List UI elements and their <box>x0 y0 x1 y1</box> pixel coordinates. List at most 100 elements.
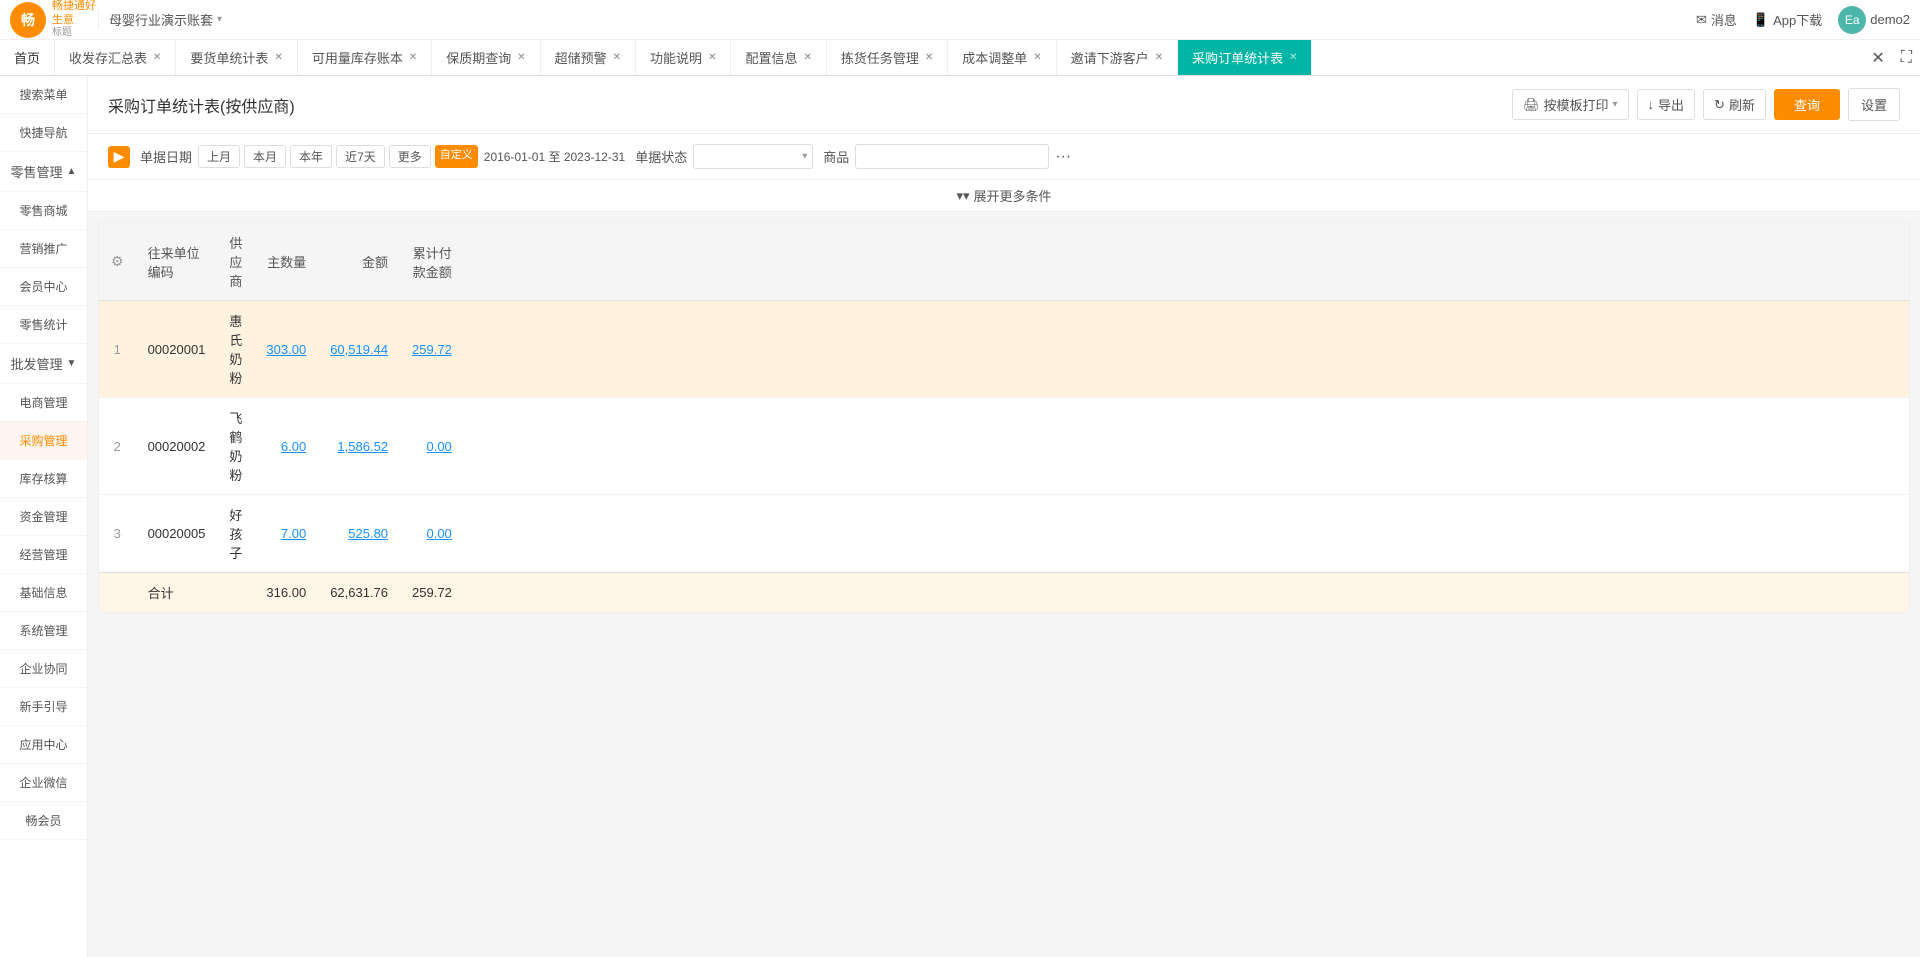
row-code: 00020002 <box>136 398 218 495</box>
row-extra <box>464 301 1909 398</box>
sidebar-item-purchase[interactable]: 采购管理 <box>0 422 87 460</box>
sidebar-item-quicknav[interactable]: 快捷导航 <box>0 114 87 152</box>
close-icon[interactable]: ✕ <box>708 52 716 63</box>
col-paid: 累计付款金额 <box>400 223 464 301</box>
tab-yaoqing[interactable]: 邀请下游客户 ✕ <box>1057 40 1178 76</box>
col-extra <box>464 223 1909 301</box>
filter-status-group: 单据状态 <box>635 144 813 169</box>
filter-status-select[interactable] <box>693 144 813 169</box>
tab-jianhuo[interactable]: 拣货任务管理 ✕ <box>827 40 948 76</box>
row-amount[interactable]: 60,519.44 <box>318 301 400 398</box>
refresh-icon: ↻ <box>1714 97 1725 113</box>
logo: 畅 畅捷通好生意 标题 <box>10 0 98 38</box>
avatar: Ea <box>1838 6 1866 34</box>
tab-chengben[interactable]: 成本调整单 ✕ <box>948 40 1056 76</box>
sidebar-item-system[interactable]: 系统管理 <box>0 612 87 650</box>
row-qty[interactable]: 6.00 <box>254 398 318 495</box>
filter-more-icon[interactable]: ··· <box>1055 148 1071 166</box>
content-area: 采购订单统计表(按供应商) 🖨 按模板打印 ▾ ↓ 导出 ↻ 刷新 查询 <box>88 76 1920 957</box>
row-extra <box>464 398 1909 495</box>
close-icon[interactable]: ✕ <box>517 52 525 63</box>
app-download-button[interactable]: 📱 App下载 <box>1753 10 1822 29</box>
sidebar-item-marketing[interactable]: 营销推广 <box>0 230 87 268</box>
sidebar-item-weixin[interactable]: 企业微信 <box>0 764 87 802</box>
store-selector[interactable]: 母婴行业演示账套 ▾ <box>98 10 232 29</box>
close-icon[interactable]: ✕ <box>1289 52 1297 63</box>
sidebar-item-inventory[interactable]: 库存核算 <box>0 460 87 498</box>
filter-date-this-year[interactable]: 本年 <box>290 145 332 168</box>
filter-date-last-month[interactable]: 上月 <box>198 145 240 168</box>
sidebar-item-finance[interactable]: 资金管理 <box>0 498 87 536</box>
sidebar-item-operations[interactable]: 经营管理 <box>0 536 87 574</box>
sidebar-item-retail-mgmt[interactable]: 零售管理 ▲ <box>0 152 87 192</box>
row-paid[interactable]: 259.72 <box>400 301 464 398</box>
tab-gongneng[interactable]: 功能说明 ✕ <box>636 40 731 76</box>
col-settings: ⚙ <box>99 223 136 301</box>
expand-more-button[interactable]: ▾▾ 展开更多条件 <box>956 186 1051 205</box>
refresh-button[interactable]: ↻ 刷新 <box>1703 89 1766 120</box>
sidebar-item-basic-info[interactable]: 基础信息 <box>0 574 87 612</box>
tab-baozhi[interactable]: 保质期查询 ✕ <box>432 40 540 76</box>
filter-toggle-button[interactable]: ▶ <box>108 146 130 168</box>
query-button[interactable]: 查询 <box>1774 89 1840 120</box>
message-button[interactable]: ✉ 消息 <box>1696 10 1737 29</box>
page-header: 采购订单统计表(按供应商) 🖨 按模板打印 ▾ ↓ 导出 ↻ 刷新 查询 <box>88 76 1920 134</box>
filter-date-7days[interactable]: 近7天 <box>336 145 385 168</box>
sidebar-item-member[interactable]: 会员中心 <box>0 268 87 306</box>
sidebar-item-retail-stats[interactable]: 零售统计 <box>0 306 87 344</box>
close-icon[interactable]: ✕ <box>803 52 811 63</box>
sidebar-item-search[interactable]: 搜索菜单 <box>0 76 87 114</box>
close-icon[interactable]: ✕ <box>925 52 933 63</box>
logo-icon: 畅 <box>10 2 46 38</box>
table-row: 3 00020005 好孩子 7.00 525.80 0.00 <box>99 495 1909 573</box>
sidebar-item-ecommerce[interactable]: 电商管理 <box>0 384 87 422</box>
filter-goods-input[interactable] <box>855 144 1049 169</box>
chevron-down-icon: ▼ <box>67 358 77 369</box>
sidebar-item-appcenter[interactable]: 应用中心 <box>0 726 87 764</box>
table-row: 2 00020002 飞鹤奶粉 6.00 1,586.52 0.00 <box>99 398 1909 495</box>
tab-caigou-active[interactable]: 采购订单统计表 ✕ <box>1178 40 1312 76</box>
close-icon[interactable]: ✕ <box>153 52 161 63</box>
export-button[interactable]: ↓ 导出 <box>1637 89 1696 120</box>
filter-date-this-month[interactable]: 本月 <box>244 145 286 168</box>
sidebar-item-member2[interactable]: 畅会员 <box>0 802 87 840</box>
tab-maximize-button[interactable]: ⛶ <box>1893 40 1920 76</box>
tab-yaohuo[interactable]: 要货单统计表 ✕ <box>176 40 297 76</box>
print-button[interactable]: 🖨 按模板打印 ▾ <box>1512 89 1629 120</box>
footer-settings-cell <box>99 573 136 613</box>
tab-chaochu[interactable]: 超储预警 ✕ <box>541 40 636 76</box>
tab-shoufacun[interactable]: 收发存汇总表 ✕ <box>55 40 176 76</box>
settings-icon[interactable]: ⚙ <box>111 253 124 269</box>
chevron-down-icon: ▾ <box>1613 99 1618 110</box>
filter-date-more[interactable]: 更多 <box>389 145 431 168</box>
table-body: 1 00020001 惠氏奶粉 303.00 60,519.44 259.72 … <box>99 301 1909 573</box>
row-paid[interactable]: 0.00 <box>400 495 464 573</box>
row-amount[interactable]: 525.80 <box>318 495 400 573</box>
user-menu[interactable]: Ea demo2 <box>1838 6 1910 34</box>
sidebar-item-retail-mall[interactable]: 零售商城 <box>0 192 87 230</box>
filter-expand-row: ▾▾ 展开更多条件 <box>88 180 1920 212</box>
row-qty[interactable]: 303.00 <box>254 301 318 398</box>
row-amount[interactable]: 1,586.52 <box>318 398 400 495</box>
sidebar-item-collab[interactable]: 企业协同 <box>0 650 87 688</box>
close-icon[interactable]: ✕ <box>409 52 417 63</box>
tab-close-all-button[interactable]: ✕ <box>1863 40 1892 76</box>
sidebar-item-newuser[interactable]: 新手引导 <box>0 688 87 726</box>
settings-button[interactable]: 设置 <box>1848 88 1900 121</box>
row-paid[interactable]: 0.00 <box>400 398 464 495</box>
tab-peizhi[interactable]: 配置信息 ✕ <box>731 40 826 76</box>
row-index: 2 <box>99 398 136 495</box>
close-icon[interactable]: ✕ <box>613 52 621 63</box>
download-icon: 📱 <box>1753 12 1769 28</box>
col-qty: 主数量 <box>254 223 318 301</box>
close-icon[interactable]: ✕ <box>274 52 282 63</box>
tab-home[interactable]: 首页 <box>0 40 55 76</box>
row-qty[interactable]: 7.00 <box>254 495 318 573</box>
row-supplier: 好孩子 <box>217 495 254 573</box>
sidebar-item-wholesale[interactable]: 批发管理 ▼ <box>0 344 87 384</box>
chevron-down-icon: ▾▾ <box>956 188 969 204</box>
close-icon[interactable]: ✕ <box>1155 52 1163 63</box>
tab-keyongliang[interactable]: 可用量库存账本 ✕ <box>298 40 432 76</box>
row-extra <box>464 495 1909 573</box>
close-icon[interactable]: ✕ <box>1033 52 1041 63</box>
